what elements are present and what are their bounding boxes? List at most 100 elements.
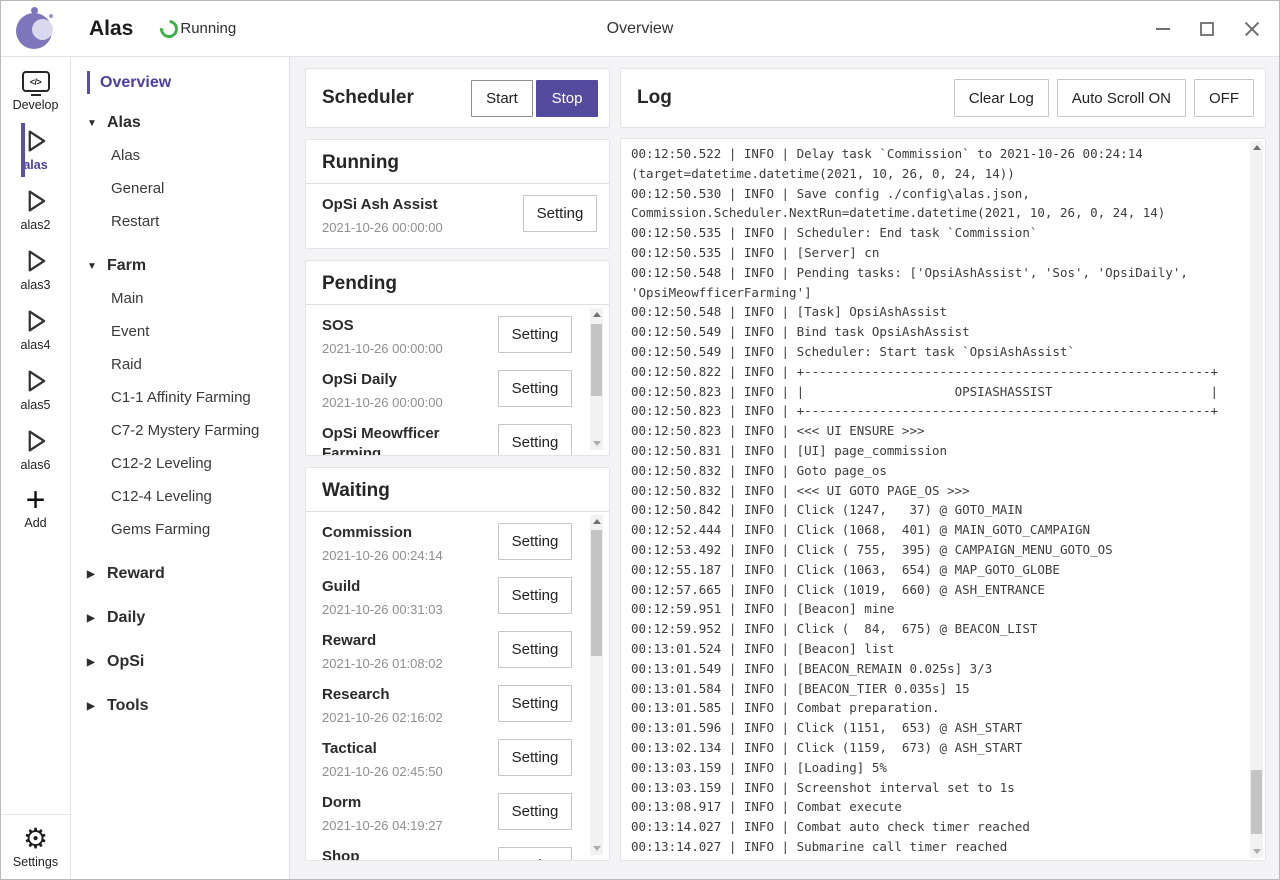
task-row: Shop Setting	[306, 836, 584, 860]
task-row: SOS 2021-10-26 00:00:00 Setting	[306, 305, 584, 359]
maximize-icon	[1200, 22, 1214, 36]
waiting-scrollbar[interactable]	[590, 515, 603, 855]
menu-item-c12-4-leveling[interactable]: C12-4 Leveling	[111, 480, 289, 513]
maximize-button[interactable]	[1199, 21, 1215, 37]
task-setting-button[interactable]: Setting	[523, 195, 597, 232]
menu-section-label: Daily	[107, 609, 145, 627]
task-info: Commission 2021-10-26 00:24:14	[322, 523, 443, 563]
menu-section-header-farm[interactable]: ▼Farm	[87, 250, 289, 282]
menu-item-c12-2-leveling[interactable]: C12-2 Leveling	[111, 447, 289, 480]
play-icon	[21, 366, 51, 396]
menu-item-general[interactable]: General	[111, 172, 289, 205]
instance-rail: </> Develop alas alas2 alas3 alas4 alas5	[1, 57, 71, 879]
scroll-thumb[interactable]	[1251, 770, 1262, 834]
menu-section-header-daily[interactable]: ▶Daily	[87, 602, 289, 634]
task-setting-button[interactable]: Setting	[498, 424, 572, 455]
task-time: 2021-10-26 00:24:14	[322, 548, 443, 563]
task-setting-button[interactable]: Setting	[498, 577, 572, 614]
menu-item-c7-2-mystery-farming[interactable]: C7-2 Mystery Farming	[111, 414, 289, 447]
menu-item-raid[interactable]: Raid	[111, 348, 289, 381]
task-row: OpSi Daily 2021-10-26 00:00:00 Setting	[306, 359, 584, 413]
running-spinner-icon	[157, 16, 182, 41]
task-name: SOS	[322, 316, 443, 336]
rail-item-add[interactable]: + Add	[1, 480, 70, 538]
scroll-down-icon[interactable]	[590, 842, 603, 855]
log-line: 00:12:50.823 | INFO | <<< UI ENSURE >>>	[631, 421, 1239, 441]
pending-panel: Pending SOS 2021-10-26 00:00:00 Setting …	[305, 260, 610, 456]
scroll-down-icon[interactable]	[590, 437, 603, 450]
task-time: 2021-10-26 02:45:50	[322, 764, 443, 779]
menu-section-header-reward[interactable]: ▶Reward	[87, 558, 289, 590]
task-name: Reward	[322, 631, 443, 651]
menu-item-overview[interactable]: Overview	[87, 71, 289, 95]
app-window: Alas Running Overview </> Develop alas	[0, 0, 1280, 880]
task-setting-button[interactable]: Setting	[498, 793, 572, 830]
menu-section-header-opsi[interactable]: ▶OpSi	[87, 646, 289, 678]
waiting-title: Waiting	[306, 468, 609, 512]
instance-label: alas4	[21, 338, 51, 352]
log-panel[interactable]: 00:12:50.522 | INFO | Delay task `Commis…	[620, 138, 1266, 861]
log-line: 00:13:02.134 | INFO | Click (1159, 673) …	[631, 738, 1239, 758]
scroll-up-icon[interactable]	[590, 308, 603, 321]
menu-item-restart[interactable]: Restart	[111, 205, 289, 238]
rail-item-alas3[interactable]: alas3	[21, 240, 51, 300]
task-setting-button[interactable]: Setting	[498, 847, 572, 860]
instance-label: alas	[23, 158, 47, 172]
rail-item-alas5[interactable]: alas5	[21, 360, 51, 420]
window-controls	[1155, 21, 1259, 37]
task-setting-button[interactable]: Setting	[498, 739, 572, 776]
menu-section-header-alas[interactable]: ▼Alas	[87, 107, 289, 139]
triangle-down-icon: ▼	[87, 261, 98, 272]
menu-item-event[interactable]: Event	[111, 315, 289, 348]
rail-item-develop[interactable]: </> Develop	[1, 65, 70, 120]
running-title: Running	[306, 140, 609, 184]
log-line: 00:12:50.522 | INFO | Delay task `Commis…	[631, 144, 1239, 184]
close-button[interactable]	[1243, 21, 1259, 37]
task-menu: Overview ▼AlasAlasGeneralRestart ▼FarmMai…	[71, 57, 290, 879]
task-time: 2021-10-26 04:19:27	[322, 818, 443, 833]
task-name: OpSi Meowfficer Farming	[322, 424, 490, 455]
rail-item-alas2[interactable]: alas2	[21, 180, 51, 240]
menu-item-main[interactable]: Main	[111, 282, 289, 315]
instance-label: alas3	[21, 278, 51, 292]
menu-item-alas[interactable]: Alas	[111, 139, 289, 172]
task-row: Commission 2021-10-26 00:24:14 Setting	[306, 512, 584, 566]
stop-button[interactable]: Stop	[536, 80, 598, 117]
task-time: 2021-10-26 00:00:00	[322, 220, 443, 235]
clear-log-button[interactable]: Clear Log	[954, 79, 1049, 117]
close-icon	[1244, 21, 1259, 36]
rail-item-settings[interactable]: ⚙ Settings	[1, 814, 70, 879]
pending-title: Pending	[306, 261, 609, 305]
task-info: Dorm 2021-10-26 04:19:27	[322, 793, 443, 833]
scheduler-status: Running	[160, 20, 236, 38]
log-line: 00:13:08.917 | INFO | Combat execute	[631, 797, 1239, 817]
task-setting-button[interactable]: Setting	[498, 316, 572, 353]
start-button[interactable]: Start	[471, 80, 533, 117]
running-panel: Running OpSi Ash Assist 2021-10-26 00:00…	[305, 139, 610, 249]
scroll-thumb[interactable]	[591, 530, 602, 656]
log-scrollbar[interactable]	[1250, 141, 1263, 858]
scheduler-panel: Scheduler Start Stop	[305, 68, 610, 128]
log-line: 00:12:53.492 | INFO | Click ( 755, 395) …	[631, 540, 1239, 560]
auto-scroll-on-button[interactable]: Auto Scroll ON	[1057, 79, 1186, 117]
scroll-down-icon[interactable]	[1250, 845, 1263, 858]
menu-section-header-tools[interactable]: ▶Tools	[87, 690, 289, 722]
rail-item-alas4[interactable]: alas4	[21, 300, 51, 360]
task-setting-button[interactable]: Setting	[498, 631, 572, 668]
rail-item-alas6[interactable]: alas6	[21, 420, 51, 480]
scroll-thumb[interactable]	[591, 324, 602, 396]
rail-item-alas[interactable]: alas	[21, 120, 51, 180]
pending-scrollbar[interactable]	[590, 308, 603, 450]
minimize-button[interactable]	[1155, 21, 1171, 37]
scroll-up-icon[interactable]	[1250, 141, 1263, 154]
menu-sections: ▼AlasAlasGeneralRestart ▼FarmMainEventRai…	[87, 107, 289, 722]
task-setting-button[interactable]: Setting	[498, 523, 572, 560]
menu-item-gems-farming[interactable]: Gems Farming	[111, 513, 289, 546]
instance-list: alas alas2 alas3 alas4 alas5 alas6	[21, 120, 51, 480]
scroll-up-icon[interactable]	[590, 515, 603, 528]
log-column: Log Clear Log Auto Scroll ON OFF 00:12:5…	[620, 68, 1266, 861]
task-setting-button[interactable]: Setting	[498, 685, 572, 722]
menu-item-c1-1-affinity-farming[interactable]: C1-1 Affinity Farming	[111, 381, 289, 414]
auto-scroll-off-button[interactable]: OFF	[1194, 79, 1254, 117]
task-setting-button[interactable]: Setting	[498, 370, 572, 407]
